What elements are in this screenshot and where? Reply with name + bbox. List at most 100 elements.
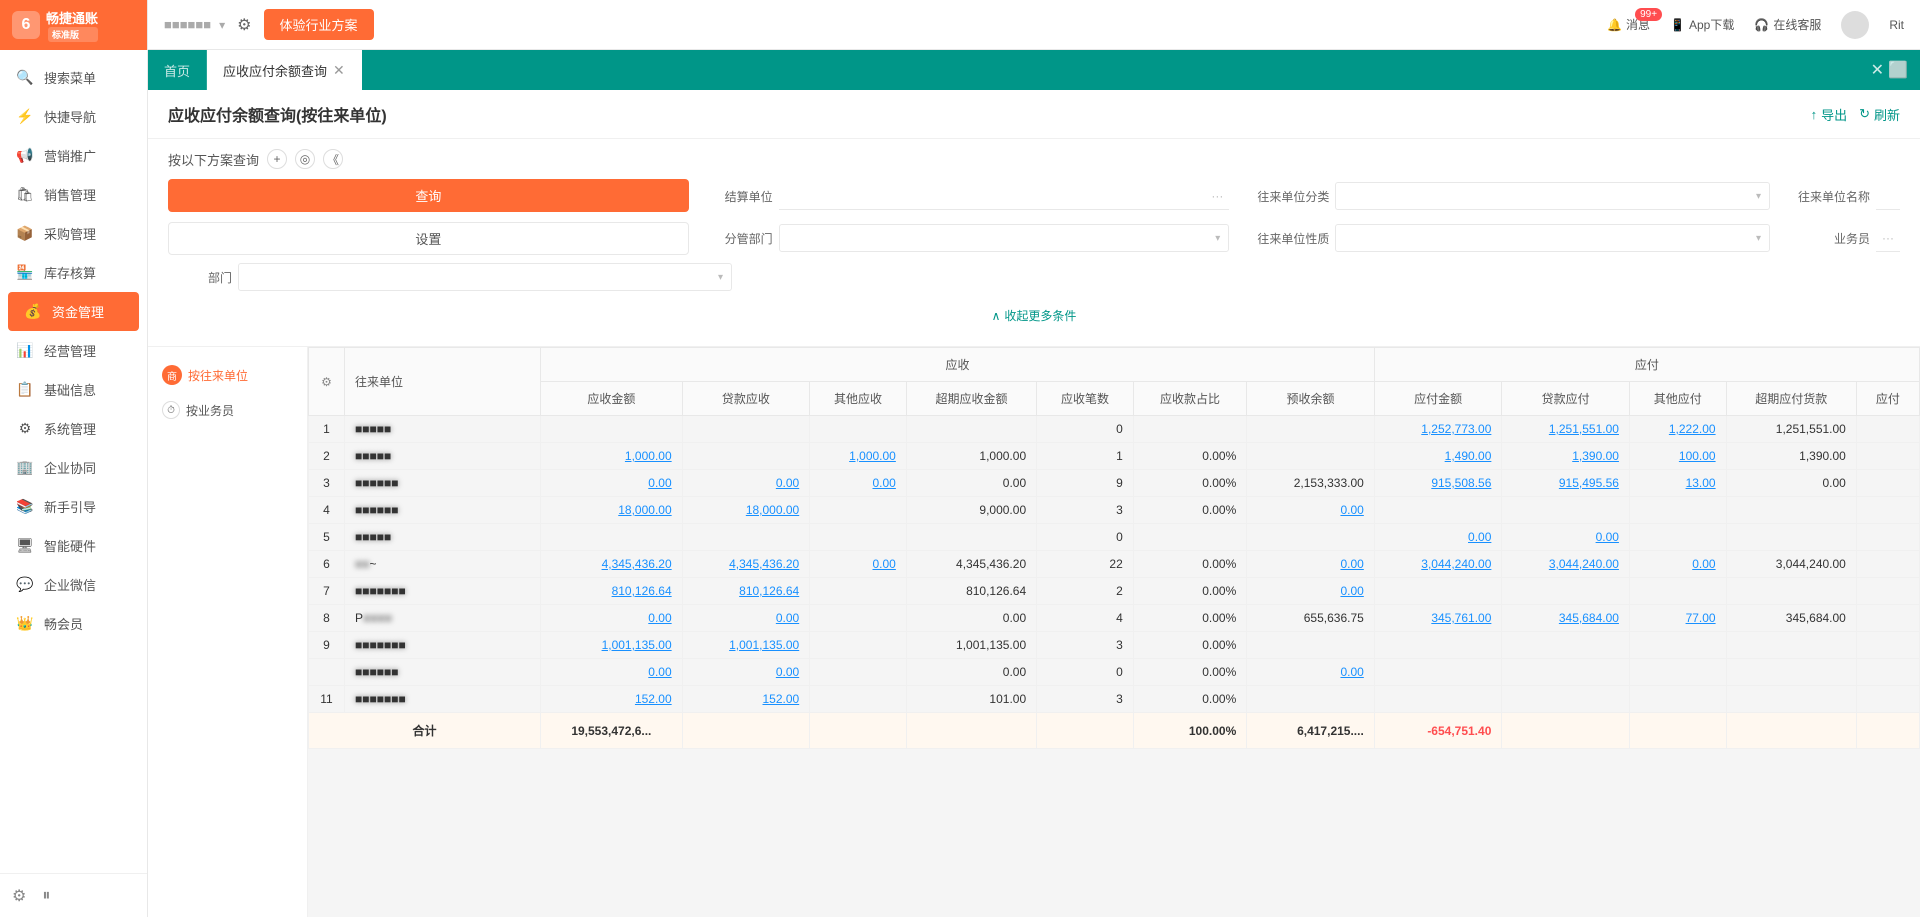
sidebar-item-management[interactable]: 📊 经营管理	[0, 331, 147, 370]
sidebar-item-sales[interactable]: 🛍 销售管理	[0, 175, 147, 214]
table-settings-icon[interactable]: ⚙	[321, 375, 332, 389]
dept-manager-chevron: ▾	[1215, 233, 1220, 244]
filter-collapse-left-btn[interactable]: 《	[323, 149, 343, 169]
sidebar-item-system[interactable]: ⚙ 系统管理	[0, 409, 147, 448]
sidebar-item-inventory[interactable]: 🏪 库存核算	[0, 253, 147, 292]
th-rec-other: 其他应收	[810, 382, 907, 416]
tab-close-icon[interactable]: ✕	[333, 62, 345, 79]
tab-ar-balance[interactable]: 应收应付余额查询 ✕	[207, 50, 362, 90]
row-pay-other: 1,222.00	[1629, 416, 1726, 443]
sidebar-item-hardware-label: 智能硬件	[44, 536, 96, 555]
unit-name-label: 往来单位名称	[1790, 188, 1870, 205]
header-right: 🔔 消息 99+ 📱 App下载 🎧 在线客服 Rit	[1607, 11, 1904, 39]
row-partner: ■■■■■■■	[345, 578, 541, 605]
sidebar-item-purchase[interactable]: 📦 采购管理	[0, 214, 147, 253]
service-icon: 🎧	[1754, 18, 1769, 32]
wechat-icon: 💬	[16, 576, 34, 593]
filter-add-btn[interactable]: +	[267, 149, 287, 169]
tab-home[interactable]: 首页	[148, 50, 207, 90]
basic-icon: 📋	[16, 381, 34, 398]
settings-button[interactable]: 设置	[168, 222, 689, 255]
row-rec-overdue	[906, 416, 1036, 443]
sidebar-item-vip[interactable]: 👑 畅会员	[0, 604, 147, 643]
th-rec-amount: 应收金额	[541, 382, 683, 416]
refresh-icon: ↻	[1859, 106, 1870, 122]
maximize-window-icon[interactable]: ⬜	[1888, 60, 1908, 80]
app-download-icon: 📱	[1670, 18, 1685, 32]
sidebar-item-marketing[interactable]: 📢 营销推广	[0, 136, 147, 175]
header-gear-icon[interactable]: ⚙	[237, 15, 251, 35]
sidebar-item-basic[interactable]: 📋 基础信息	[0, 370, 147, 409]
unit-nature-label: 往来单位性质	[1249, 230, 1329, 247]
sidebar-nav: 🔍 搜索菜单 ⚡ 快捷导航 📢 营销推广 🛍 销售管理 📦 采购管理 🏪 库存核…	[0, 50, 147, 873]
scheme-by-salesman[interactable]: ⏱ 按业务员	[148, 393, 307, 427]
row-num: 1	[309, 416, 345, 443]
filter-target-btn[interactable]: ◎	[295, 149, 315, 169]
tab-ar-label: 应收应付余额查询	[223, 61, 327, 80]
refresh-button[interactable]: ↻ 刷新	[1859, 105, 1900, 124]
page-header: 应收应付余额查询(按往来单位) ↑ 导出 ↻ 刷新	[148, 90, 1920, 139]
th-rec-overdue: 超期应收金额	[906, 382, 1036, 416]
header-brand: ■■■■■■ ▾	[164, 17, 225, 32]
header-chevron-icon[interactable]: ▾	[219, 18, 225, 32]
trial-button[interactable]: 体验行业方案	[264, 9, 374, 40]
online-service-button[interactable]: 🎧 在线客服	[1754, 16, 1821, 33]
sidebar-item-enterprise[interactable]: 🏢 企业协同	[0, 448, 147, 487]
row-rec-ratio	[1133, 416, 1246, 443]
dept-label: 部门	[168, 269, 232, 286]
unit-category-chevron: ▾	[1756, 191, 1761, 202]
th-pay-loan: 贷款应付	[1502, 382, 1630, 416]
scheme-by-partner[interactable]: 商 按往来单位	[148, 357, 307, 393]
close-window-icon[interactable]: ✕	[1871, 60, 1884, 80]
sidebar-item-quicknav[interactable]: ⚡ 快捷导航	[0, 97, 147, 136]
collapse-label: 收起更多条件	[1004, 307, 1076, 324]
export-label: 导出	[1821, 105, 1847, 124]
sidebar-item-finance[interactable]: 💰 资金管理	[8, 292, 139, 331]
sidebar-item-guide[interactable]: 📚 新手引导	[0, 487, 147, 526]
salesman-label: 业务员	[1790, 230, 1870, 247]
table-row: 4 ■■■■■■ 18,000.00 18,000.00 9,000.00 3 …	[309, 497, 1920, 524]
sidebar-item-hardware[interactable]: 🖥 智能硬件	[0, 526, 147, 565]
footer-settings-btn[interactable]: ⚙	[12, 886, 26, 906]
app-logo: 6 畅捷通账 标准版	[0, 0, 147, 50]
page-title: 应收应付余额查询(按往来单位)	[168, 102, 387, 126]
data-table: ⚙ 往来单位 应收 应付 应收金额 贷款应收 其他应收 超期应收金额 应收笔数	[308, 347, 1920, 749]
row-partner: ■■■■■■■	[345, 686, 541, 713]
service-label: 在线客服	[1773, 16, 1821, 33]
filter-section-label: 按以下方案查询	[168, 150, 259, 169]
notice-badge: 99+	[1635, 8, 1662, 21]
unit-nature-chevron: ▾	[1756, 233, 1761, 244]
sidebar-item-search[interactable]: 🔍 搜索菜单	[0, 58, 147, 97]
system-icon: ⚙	[16, 420, 34, 437]
tab-bar: 首页 应收应付余额查询 ✕ ✕ ⬜	[148, 50, 1920, 90]
hardware-icon: 🖥	[16, 537, 34, 554]
sidebar-item-wechat[interactable]: 💬 企业微信	[0, 565, 147, 604]
enterprise-icon: 🏢	[16, 459, 34, 476]
table-row: 1 ■■■■■ 0 1,252,773.00 1,251,551.00 1,22	[309, 416, 1920, 443]
sidebar-item-inventory-label: 库存核算	[44, 263, 96, 282]
table-row: 2 ■■■■■ 1,000.00 1,000.00 1,000.00 1 0.0…	[309, 443, 1920, 470]
th-pre-rec: 预收余额	[1247, 382, 1375, 416]
query-button[interactable]: 查询	[168, 179, 689, 212]
th-settings[interactable]: ⚙	[309, 348, 345, 416]
user-avatar	[1841, 11, 1869, 39]
purchase-icon: 📦	[16, 225, 34, 242]
row-rec-count: 0	[1037, 416, 1134, 443]
row-partner: ■■~	[345, 551, 541, 578]
collapse-filter-btn[interactable]: ∧ 收起更多条件	[984, 299, 1085, 332]
dept-chevron: ▾	[718, 272, 723, 283]
total-pay-amount: -654,751.40	[1374, 713, 1502, 749]
header: ■■■■■■ ▾ ⚙ 体验行业方案 🔔 消息 99+ 📱 App下载 🎧 在线客…	[148, 0, 1920, 50]
export-button[interactable]: ↑ 导出	[1811, 105, 1848, 124]
footer-collapse-btn[interactable]: ⏸	[42, 887, 50, 905]
th-rec-ratio: 应收款占比	[1133, 382, 1246, 416]
app-download-button[interactable]: 📱 App下载	[1670, 16, 1734, 33]
th-pay-tail: 应付	[1856, 382, 1919, 416]
total-row: 合计 19,553,472,6... 100.00% 6,417,215....…	[309, 713, 1920, 749]
scheme-partner-label: 按往来单位	[188, 367, 248, 384]
page-actions: ↑ 导出 ↻ 刷新	[1811, 105, 1900, 124]
row-rec-amount	[541, 416, 683, 443]
notice-button[interactable]: 🔔 消息 99+	[1607, 16, 1650, 33]
sidebar-item-vip-label: 畅会员	[44, 614, 83, 633]
row-pre-rec	[1247, 416, 1375, 443]
